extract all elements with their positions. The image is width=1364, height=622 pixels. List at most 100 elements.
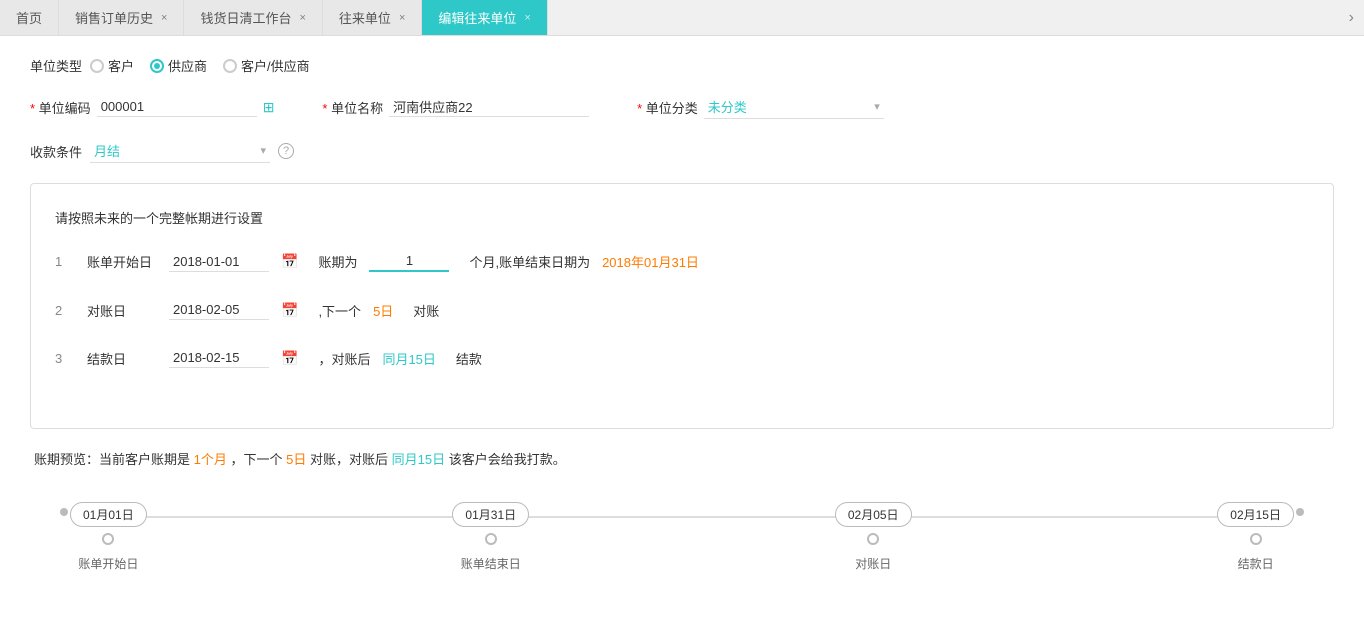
- timeline-dot-3: [867, 533, 879, 545]
- row-desc-3b: 结款: [456, 349, 482, 368]
- preview-highlight-1: 1个月: [194, 452, 227, 467]
- preview-prefix: 账期预览：当前客户账期是: [34, 452, 190, 467]
- tab-sales-history-close[interactable]: ×: [161, 12, 167, 24]
- unit-class-label: 单位分类: [637, 98, 698, 117]
- timeline-nodes: 01月01日 账单开始日 01月31日 账单结束日 02月05日 对账日 02月…: [70, 502, 1294, 572]
- timeline-date-1: 01月01日: [70, 502, 147, 527]
- period-settings-box: 请按照未来的一个完整帐期进行设置 1 账单开始日 📅 账期为 个月,账单结束日期…: [30, 183, 1334, 429]
- row-desc-1b: 个月,账单结束日期为: [469, 252, 590, 271]
- unit-class-group: 单位分类 未分类 ▾: [637, 95, 884, 119]
- radio-circle-supplier: [150, 59, 164, 73]
- preview-highlight-2: 5日: [286, 452, 306, 467]
- box-title: 请按照未来的一个完整帐期进行设置: [55, 208, 1309, 227]
- timeline-label-3: 对账日: [855, 555, 891, 572]
- payment-terms-dropdown[interactable]: 月结 ▾: [90, 139, 270, 163]
- setting-row-3: 3 结款日 📅 ，对账后 同月15日 结款: [55, 348, 1309, 368]
- timeline-node-1: 01月01日 账单开始日: [70, 502, 147, 572]
- row-desc-2b: 对账: [413, 301, 439, 320]
- timeline-label-2: 账单结束日: [461, 555, 521, 572]
- unit-code-icon[interactable]: ⊞: [263, 99, 275, 116]
- tab-sales-history-label: 销售订单历史: [75, 8, 153, 27]
- unit-class-value: 未分类: [708, 97, 747, 116]
- tab-partner-unit[interactable]: 往来单位 ×: [323, 0, 422, 35]
- unit-name-input[interactable]: [389, 97, 589, 117]
- tab-edit-partner-close[interactable]: ×: [524, 12, 530, 24]
- preview-text: 账期预览：当前客户账期是 1个月 ，下一个 5日 对账，对账后 同月15日 该客…: [30, 449, 1334, 468]
- unit-code-group: 单位编码 ⊞: [30, 97, 274, 117]
- timeline-label-4: 结款日: [1238, 555, 1274, 572]
- row-desc-1a: 账期为: [318, 252, 357, 271]
- preview-mid1: ，下一个: [231, 452, 283, 467]
- unit-code-label: 单位编码: [30, 98, 91, 117]
- tab-partner-unit-label: 往来单位: [339, 8, 391, 27]
- timeline-node-end-dot: [1296, 508, 1304, 516]
- timeline-node-start-dot: [60, 508, 68, 516]
- timeline-date-4: 02月15日: [1217, 502, 1294, 527]
- row-num-3: 3: [55, 351, 75, 366]
- timeline-dot-4: [1250, 533, 1262, 545]
- tab-more-button[interactable]: ›: [1339, 0, 1364, 35]
- unit-type-radio-group: 客户 供应商 客户/供应商: [90, 56, 310, 75]
- radio-both[interactable]: 客户/供应商: [223, 56, 310, 75]
- unit-name-group: 单位名称: [322, 97, 589, 117]
- payment-terms-label: 收款条件: [30, 142, 82, 161]
- preview-highlight-3: 同月15日: [392, 452, 445, 467]
- reconcile-day-highlight: 5日: [373, 301, 393, 320]
- start-date-input[interactable]: [169, 252, 269, 272]
- timeline-node-2: 01月31日 账单结束日: [452, 502, 529, 572]
- preview-mid2: 对账，对账后: [310, 452, 388, 467]
- radio-both-label: 客户/供应商: [241, 56, 310, 75]
- tab-sales-history[interactable]: 销售订单历史 ×: [59, 0, 184, 35]
- help-icon[interactable]: ?: [278, 143, 294, 159]
- radio-circle-customer: [90, 59, 104, 73]
- row-desc-3a: ，对账后: [318, 349, 370, 368]
- timeline-label-1: 账单开始日: [78, 555, 138, 572]
- tab-home[interactable]: 首页: [0, 0, 59, 35]
- start-date-calendar-icon[interactable]: 📅: [281, 253, 298, 270]
- payment-date-input[interactable]: [169, 348, 269, 368]
- radio-customer[interactable]: 客户: [90, 56, 134, 75]
- row-num-2: 2: [55, 303, 75, 318]
- row-desc-2a: ,下一个: [318, 301, 361, 320]
- tab-bar: 首页 销售订单历史 × 钱货日清工作台 × 往来单位 × 编辑往来单位 × ›: [0, 0, 1364, 36]
- radio-supplier[interactable]: 供应商: [150, 56, 207, 75]
- timeline-end-dot: [1296, 508, 1304, 516]
- setting-row-1: 1 账单开始日 📅 账期为 个月,账单结束日期为 2018年01月31日: [55, 251, 1309, 272]
- payment-date-calendar-icon[interactable]: 📅: [281, 350, 298, 367]
- timeline-start-dot: [60, 508, 68, 516]
- tab-edit-partner[interactable]: 编辑往来单位 ×: [422, 0, 547, 35]
- tab-partner-unit-close[interactable]: ×: [399, 12, 405, 24]
- radio-circle-both: [223, 59, 237, 73]
- preview-suffix: 该客户会给我打款。: [449, 452, 566, 467]
- row-label-2: 对账日: [87, 301, 157, 320]
- tab-cash-work-label: 钱货日清工作台: [200, 8, 291, 27]
- unit-name-label: 单位名称: [322, 98, 383, 117]
- payment-terms-value: 月结: [94, 141, 120, 160]
- tab-cash-work[interactable]: 钱货日清工作台 ×: [184, 0, 322, 35]
- unit-code-input[interactable]: [97, 97, 257, 117]
- payment-day-highlight: 同月15日: [382, 349, 435, 368]
- payment-terms-arrow: ▾: [260, 144, 266, 157]
- unit-type-label: 单位类型: [30, 56, 82, 75]
- tab-cash-work-close[interactable]: ×: [299, 12, 305, 24]
- radio-customer-label: 客户: [108, 56, 134, 75]
- timeline: 01月01日 账单开始日 01月31日 账单结束日 02月05日 对账日 02月…: [30, 492, 1334, 602]
- row-label-1: 账单开始日: [87, 252, 157, 271]
- main-content: 单位类型 客户 供应商 客户/供应商 单位编码 ⊞ 单位名称: [0, 36, 1364, 622]
- unit-type-row: 单位类型 客户 供应商 客户/供应商: [30, 56, 1334, 75]
- timeline-date-3: 02月05日: [835, 502, 912, 527]
- tab-edit-partner-label: 编辑往来单位: [438, 8, 516, 27]
- timeline-dot-2: [485, 533, 497, 545]
- row-num-1: 1: [55, 254, 75, 269]
- unit-class-dropdown[interactable]: 未分类 ▾: [704, 95, 884, 119]
- payment-terms-row: 收款条件 月结 ▾ ?: [30, 139, 1334, 163]
- setting-row-2: 2 对账日 📅 ,下一个 5日 对账: [55, 300, 1309, 320]
- timeline-node-4: 02月15日 结款日: [1217, 502, 1294, 572]
- row-label-3: 结款日: [87, 349, 157, 368]
- reconcile-date-calendar-icon[interactable]: 📅: [281, 302, 298, 319]
- timeline-node-3: 02月05日 对账日: [835, 502, 912, 572]
- unit-class-arrow: ▾: [874, 100, 880, 113]
- end-date-highlight: 2018年01月31日: [602, 252, 699, 271]
- reconcile-date-input[interactable]: [169, 300, 269, 320]
- period-months-input[interactable]: [369, 251, 449, 272]
